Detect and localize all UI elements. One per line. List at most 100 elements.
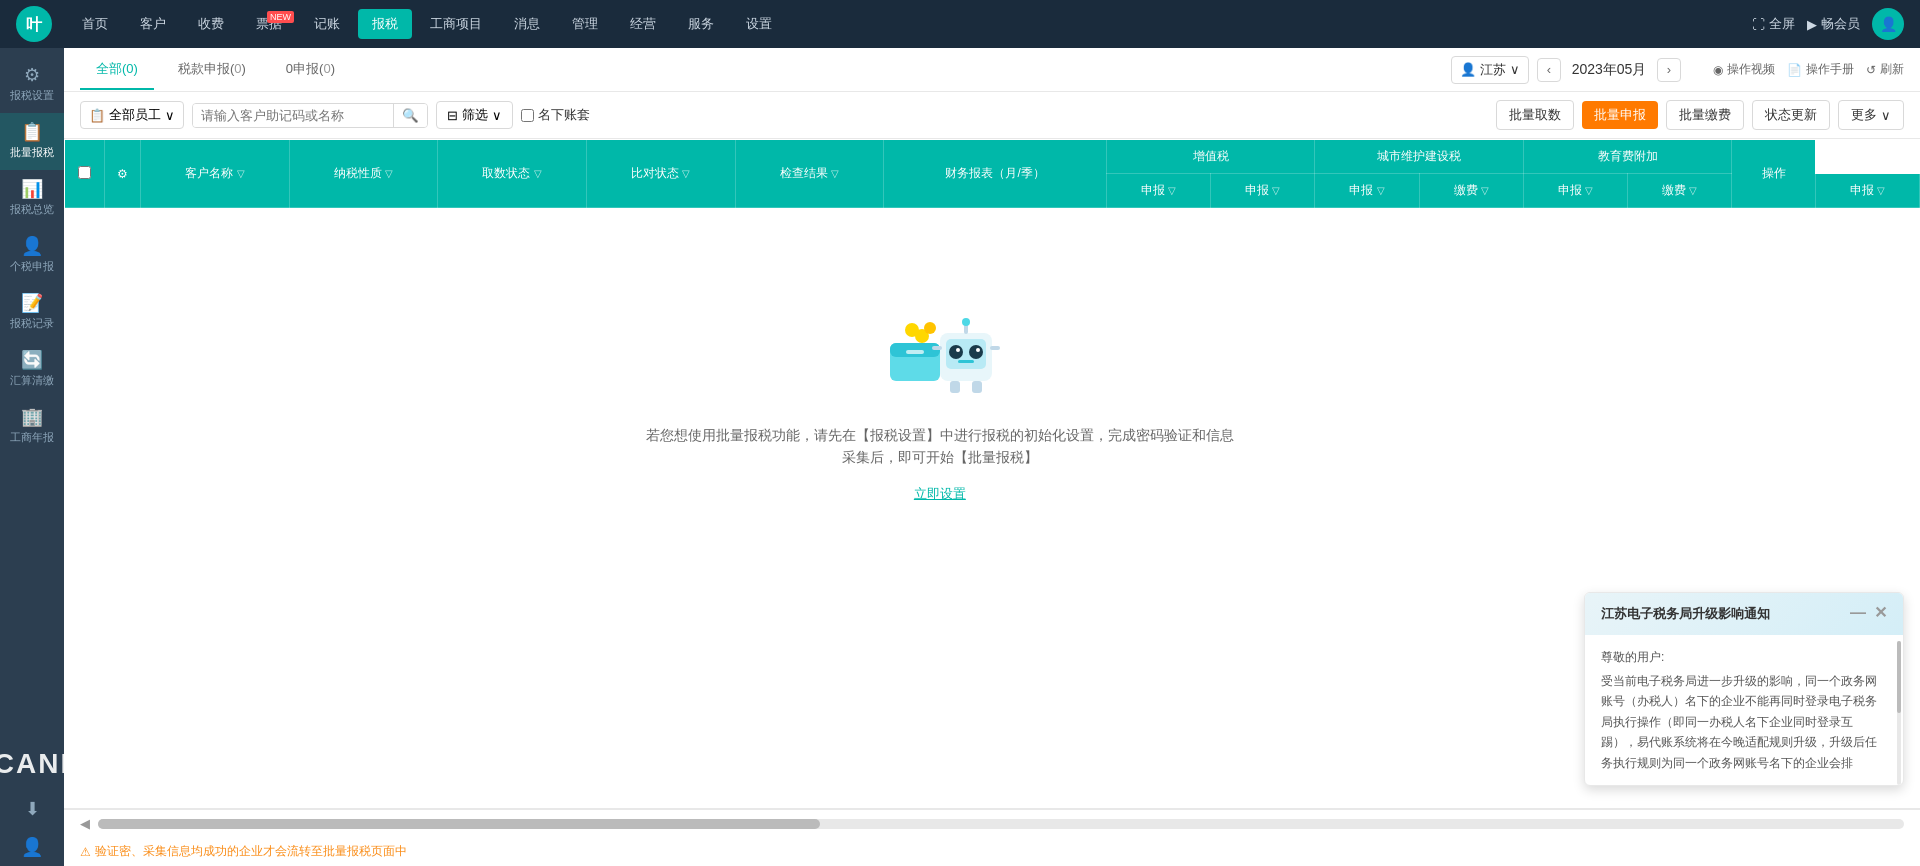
th-edu-pay: 申报 ▽ [1815, 174, 1919, 208]
person-icon: 👤 [1460, 62, 1476, 77]
left-arrow-icon[interactable]: ◀ [80, 816, 90, 831]
fullscreen-icon: ⛶ [1752, 17, 1765, 32]
vat-pay-filter-icon[interactable]: ▽ [1377, 185, 1385, 196]
edu-declare-filter-icon[interactable]: ▽ [1689, 185, 1697, 196]
svg-rect-17 [932, 346, 942, 350]
tab-all[interactable]: 全部(0) [80, 50, 154, 90]
more-chevron-icon: ∨ [1881, 108, 1891, 123]
sidebar-item-tax-records[interactable]: 📝 报税记录 [0, 284, 64, 341]
nav-item-operations[interactable]: 经营 [616, 9, 670, 39]
th-operation: 操作 [1732, 140, 1815, 208]
province-selector[interactable]: 👤 江苏 ∨ [1451, 56, 1529, 84]
refresh-icon: ↺ [1866, 63, 1876, 77]
nav-items-list: 首页 客户 收费 票据 NEW 记账 报税 工商项目 消息 管理 经营 服务 设… [68, 9, 1752, 39]
check-filter-icon[interactable]: ▽ [831, 168, 839, 179]
sidebar: ⚙ 报税设置 📋 批量报税 📊 报税总览 👤 个税申报 📝 报税记录 🔄 汇算清… [0, 48, 64, 866]
tab-zero-declare[interactable]: 0申报(0) [270, 50, 351, 90]
batch-declare-button[interactable]: 批量申报 [1582, 101, 1658, 129]
th-education-tax: 教育费附加 [1523, 140, 1732, 174]
tax-nature-filter-icon[interactable]: ▽ [385, 168, 393, 179]
scroll-thumb [98, 819, 820, 829]
notification-scrollbar[interactable] [1897, 641, 1901, 785]
nav-item-clients[interactable]: 客户 [126, 9, 180, 39]
vip-button[interactable]: ▶ 畅会员 [1807, 15, 1860, 33]
empty-state: 若您想使用批量报税功能，请先在【报税设置】中进行报税的初始化设置，完成密码验证和… [65, 208, 1816, 583]
fullscreen-button[interactable]: ⛶ 全屏 [1752, 15, 1795, 33]
th-settings: ⚙ [105, 140, 141, 208]
batch-pay-button[interactable]: 批量缴费 [1666, 100, 1744, 130]
chevron-down-icon: ∨ [1510, 62, 1520, 77]
nav-item-accounting[interactable]: 记账 [300, 9, 354, 39]
nav-item-home[interactable]: 首页 [68, 9, 122, 39]
tab-tax-declare[interactable]: 税款申报(0) [162, 50, 262, 90]
batch-fetch-button[interactable]: 批量取数 [1496, 100, 1574, 130]
sidebar-item-tax-overview[interactable]: 📊 报税总览 [0, 170, 64, 227]
nav-item-invoice[interactable]: 票据 NEW [242, 9, 296, 39]
city-pay-filter-icon[interactable]: ▽ [1585, 185, 1593, 196]
app-logo[interactable]: 叶 [16, 6, 52, 42]
sidebar-item-personal-tax[interactable]: 👤 个税申报 [0, 227, 64, 284]
svg-point-7 [924, 322, 936, 334]
op-manual-button[interactable]: 📄 操作手册 [1787, 61, 1854, 78]
nav-item-messages[interactable]: 消息 [500, 9, 554, 39]
select-all-checkbox[interactable] [78, 166, 91, 179]
nav-item-services[interactable]: 服务 [674, 9, 728, 39]
robot-illustration [880, 288, 1000, 408]
sidebar-item-annual-settlement[interactable]: 🔄 汇算清缴 [0, 341, 64, 398]
compare-filter-icon[interactable]: ▽ [682, 168, 690, 179]
nav-item-tax[interactable]: 报税 [358, 9, 412, 39]
chevron-down-icon: ∨ [165, 108, 175, 123]
th-checkbox [65, 140, 105, 208]
th-city-declare: 缴费 ▽ [1419, 174, 1523, 208]
search-button[interactable]: 🔍 [393, 104, 427, 127]
search-box: 🔍 [192, 103, 428, 128]
sidebar-item-batch-tax[interactable]: 📋 批量报税 [0, 113, 64, 170]
notification-header: 江苏电子税务局升级影响通知 — ✕ [1585, 593, 1903, 635]
sidebar-item-user[interactable]: 👤 [0, 828, 64, 866]
setup-link[interactable]: 立即设置 [914, 485, 966, 503]
nav-item-commerce[interactable]: 工商项目 [416, 9, 496, 39]
notification-minimize[interactable]: — [1850, 605, 1866, 621]
scroll-bar-area: ◀ [64, 809, 1920, 837]
sidebar-item-download[interactable]: ⬇ [0, 790, 64, 828]
batch-tax-icon: 📋 [21, 123, 43, 141]
employee-select[interactable]: 📋 全部员工 ∨ [80, 101, 184, 129]
fin-sub-filter-icon[interactable]: ▽ [1168, 185, 1176, 196]
nav-item-management[interactable]: 管理 [558, 9, 612, 39]
svg-point-16 [962, 318, 970, 326]
status-update-button[interactable]: 状态更新 [1752, 100, 1830, 130]
svg-rect-18 [990, 346, 1000, 350]
fetch-status-filter-icon[interactable]: ▽ [534, 168, 542, 179]
tax-settings-icon: ⚙ [24, 66, 40, 84]
nav-item-settings[interactable]: 设置 [732, 9, 786, 39]
refresh-button[interactable]: ↺ 刷新 [1866, 61, 1904, 78]
avatar-icon: 👤 [1880, 16, 1897, 32]
search-input[interactable] [193, 104, 393, 127]
sidebar-item-tax-settings[interactable]: ⚙ 报税设置 [0, 56, 64, 113]
sidebar-bottom: ⬇ 👤 [0, 790, 64, 866]
tax-records-icon: 📝 [21, 294, 43, 312]
horizontal-scrollbar[interactable] [98, 819, 1904, 829]
user-avatar[interactable]: 👤 [1872, 8, 1904, 40]
city-declare-filter-icon[interactable]: ▽ [1481, 185, 1489, 196]
th-compare-status: 比对状态 ▽ [586, 140, 735, 208]
th-check-result: 检查结果 ▽ [735, 140, 884, 208]
nav-item-fees[interactable]: 收费 [184, 9, 238, 39]
op-video-button[interactable]: ◉ 操作视频 [1713, 61, 1775, 78]
notification-body: 尊敬的用户: 受当前电子税务局进一步升级的影响，同一个政务网账号（办税人）名下的… [1585, 635, 1903, 785]
nav-right-actions: ⛶ 全屏 ▶ 畅会员 👤 [1752, 8, 1904, 40]
next-month-button[interactable]: › [1657, 58, 1681, 82]
more-button[interactable]: 更多 ∨ [1838, 100, 1904, 130]
svg-point-11 [969, 345, 983, 359]
data-table: ⚙ 客户名称 ▽ 纳税性质 ▽ 取数状态 ▽ [64, 139, 1920, 583]
named-accounts-checkbox[interactable]: 名下账套 [521, 106, 590, 124]
named-accounts-input[interactable] [521, 109, 534, 122]
prev-month-button[interactable]: ‹ [1537, 58, 1561, 82]
filter-button[interactable]: ⊟ 筛选 ∨ [436, 101, 513, 129]
vat-declare-filter-icon[interactable]: ▽ [1272, 185, 1280, 196]
edu-pay-filter-icon[interactable]: ▽ [1877, 185, 1885, 196]
notification-close[interactable]: ✕ [1874, 605, 1887, 621]
client-filter-icon[interactable]: ▽ [237, 168, 245, 179]
sidebar-item-annual-report[interactable]: 🏢 工商年报 [0, 398, 64, 455]
top-navigation: 叶 首页 客户 收费 票据 NEW 记账 报税 工商项目 消息 管理 经营 服务… [0, 0, 1920, 48]
